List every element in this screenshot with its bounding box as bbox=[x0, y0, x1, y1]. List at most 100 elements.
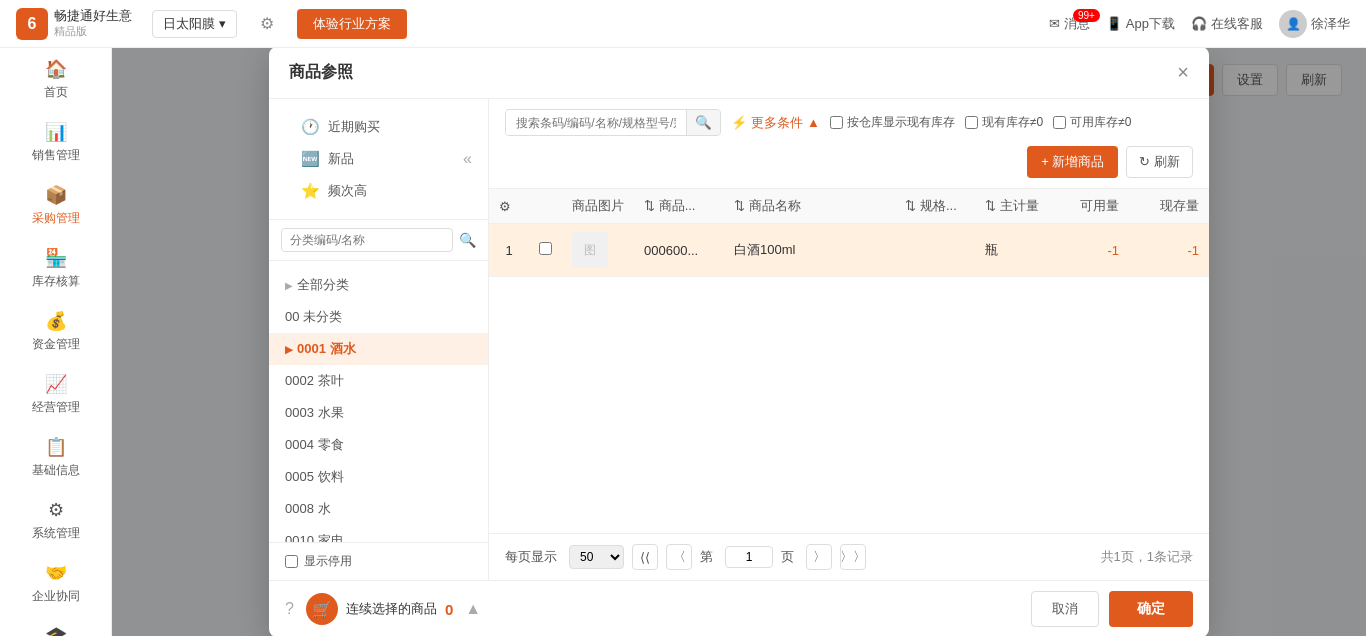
topnav-right: ✉ 消息 99+ 📱 App下载 🎧 在线客服 👤 徐泽华 bbox=[1049, 10, 1350, 38]
cat-label-liquor: 0001 酒水 bbox=[297, 340, 356, 358]
last-page-button[interactable]: 〉〉 bbox=[840, 544, 866, 570]
filter-arrow-icon: ▲ bbox=[807, 115, 820, 130]
product-search-input[interactable] bbox=[506, 111, 686, 135]
cat-label-all: 全部分类 bbox=[297, 276, 349, 294]
col-header-settings[interactable]: ⚙ bbox=[489, 189, 529, 224]
store-name: 日太阳膜 bbox=[163, 15, 215, 33]
cat-item-all[interactable]: ▶ 全部分类 bbox=[269, 269, 488, 301]
sidebar-item-finance[interactable]: 💰 资金管理 bbox=[0, 300, 111, 363]
messages-nav-item[interactable]: ✉ 消息 99+ bbox=[1049, 15, 1090, 33]
table-row[interactable]: 1 图 000600... 白酒100ml 瓶 bbox=[489, 224, 1209, 277]
category-search-input[interactable] bbox=[281, 228, 453, 252]
cat-label-beverage: 0005 饮料 bbox=[285, 468, 344, 486]
cat-item-snack[interactable]: 0004 零食 bbox=[269, 429, 488, 461]
top-navigation: 6 畅捷通好生意 精品版 日太阳膜 ▾ ⚙ 体验行业方案 ✉ 消息 99+ 📱 … bbox=[0, 0, 1366, 48]
category-search-bar: 🔍 bbox=[269, 220, 488, 261]
sort-icon-name: ⇅ bbox=[734, 198, 745, 213]
cell-index: 1 bbox=[489, 224, 529, 277]
cat-item-beverage[interactable]: 0005 饮料 bbox=[269, 461, 488, 493]
refresh-table-button[interactable]: ↻ 刷新 bbox=[1126, 146, 1193, 178]
checkbox-current-stock[interactable]: 现有库存≠0 bbox=[965, 114, 1043, 131]
cell-check[interactable] bbox=[529, 224, 562, 277]
system-icon: ⚙ bbox=[48, 499, 64, 521]
sidebar-item-enterprise[interactable]: 🤝 企业协同 bbox=[0, 552, 111, 615]
add-product-button[interactable]: + 新增商品 bbox=[1027, 146, 1118, 178]
page-number-input[interactable] bbox=[725, 546, 773, 568]
table-header-row: ⚙ 商品图片 ⇅ 商品... bbox=[489, 189, 1209, 224]
col-header-name[interactable]: ⇅ 商品名称 bbox=[724, 189, 895, 224]
quick-nav: 🕐 近期购买 🆕 新品 ⭐ 频次高 bbox=[269, 99, 488, 220]
quick-item-frequent[interactable]: ⭐ 频次高 bbox=[285, 175, 455, 207]
app-download-nav-item[interactable]: 📱 App下载 bbox=[1106, 15, 1175, 33]
sidebar-item-inventory[interactable]: 🏪 库存核算 bbox=[0, 237, 111, 300]
quick-item-recent[interactable]: 🕐 近期购买 bbox=[285, 111, 455, 143]
sidebar-item-sales[interactable]: 📊 销售管理 bbox=[0, 111, 111, 174]
col-header-unit: ⇅ 主计量 bbox=[975, 189, 1049, 224]
category-tree: ▶ 全部分类 00 未分类 ▶ 0001 酒水 0002 茶 bbox=[269, 261, 488, 542]
user-nav-item[interactable]: 👤 徐泽华 bbox=[1279, 10, 1350, 38]
settings-icon[interactable]: ⚙ bbox=[253, 10, 281, 38]
sidebar-item-system[interactable]: ⚙ 系统管理 bbox=[0, 489, 111, 552]
clock-icon: 🕐 bbox=[301, 118, 320, 136]
checkbox-available-stock[interactable]: 可用库存≠0 bbox=[1053, 114, 1131, 131]
phone-icon: 📱 bbox=[1106, 16, 1122, 31]
customer-service-nav-item[interactable]: 🎧 在线客服 bbox=[1191, 15, 1263, 33]
avatar: 👤 bbox=[1279, 10, 1307, 38]
modal-close-button[interactable]: × bbox=[1177, 61, 1189, 84]
col-header-spec[interactable]: ⇅ 规格... bbox=[895, 189, 975, 224]
available-stock-checkbox[interactable] bbox=[1053, 116, 1066, 129]
sidebar-label-home: 首页 bbox=[44, 84, 68, 101]
page-suffix-label: 页 bbox=[781, 548, 794, 566]
current-stock-checkbox[interactable] bbox=[965, 116, 978, 129]
cart-area[interactable]: 🛒 连续选择的商品 0 bbox=[306, 593, 453, 625]
trial-button[interactable]: 体验行业方案 bbox=[297, 9, 407, 39]
finance-icon: 💰 bbox=[45, 310, 67, 332]
footer-collapse-button[interactable]: ▲ bbox=[465, 600, 481, 618]
sidebar-item-basic-info[interactable]: 📋 基础信息 bbox=[0, 426, 111, 489]
help-icon[interactable]: ? bbox=[285, 600, 294, 618]
logo-icon: 6 bbox=[16, 8, 48, 40]
sidebar-item-operations[interactable]: 📈 经营管理 bbox=[0, 363, 111, 426]
cat-label-tea: 0002 茶叶 bbox=[285, 372, 344, 390]
show-disabled-label[interactable]: 显示停用 bbox=[304, 553, 352, 570]
left-panel: 🕐 近期购买 🆕 新品 ⭐ 频次高 bbox=[269, 99, 489, 580]
cell-name: 白酒100ml bbox=[724, 224, 895, 277]
cancel-button[interactable]: 取消 bbox=[1031, 591, 1099, 627]
col-header-avail: 可用量 bbox=[1049, 189, 1129, 224]
filter-btn-label: 更多条件 bbox=[751, 114, 803, 132]
sidebar-item-purchase[interactable]: 📦 采购管理 bbox=[0, 174, 111, 237]
product-thumbnail: 图 bbox=[572, 232, 608, 268]
cat-label-fruit: 0003 水果 bbox=[285, 404, 344, 422]
sidebar-item-guide[interactable]: 🎓 新手引导 bbox=[0, 615, 111, 636]
left-panel-collapse-button[interactable]: « bbox=[455, 146, 480, 172]
product-search-button[interactable]: 🔍 bbox=[686, 110, 720, 135]
cat-item-fruit[interactable]: 0003 水果 bbox=[269, 397, 488, 429]
sidebar-item-home[interactable]: 🏠 首页 bbox=[0, 48, 111, 111]
category-search-button[interactable]: 🔍 bbox=[459, 232, 476, 248]
show-disabled-checkbox[interactable] bbox=[285, 555, 298, 568]
next-page-button[interactable]: 〉 bbox=[806, 544, 832, 570]
per-page-select[interactable]: 50 10 20 100 bbox=[569, 545, 624, 569]
prev-page-button[interactable]: 〈 bbox=[666, 544, 692, 570]
filter-icon: ⚡ bbox=[731, 115, 747, 130]
checkbox-warehouse-stock[interactable]: 按仓库显示现有库存 bbox=[830, 114, 955, 131]
cat-item-appliance[interactable]: 0010 家电 bbox=[269, 525, 488, 542]
more-filters-button[interactable]: ⚡ 更多条件 ▲ bbox=[731, 114, 820, 132]
star-icon: ⭐ bbox=[301, 182, 320, 200]
cat-item-liquor[interactable]: ▶ 0001 酒水 bbox=[269, 333, 488, 365]
modal-header: 商品参照 × bbox=[269, 48, 1209, 99]
page-text-label: 第 bbox=[700, 548, 713, 566]
store-selector[interactable]: 日太阳膜 ▾ bbox=[152, 10, 237, 38]
first-page-button[interactable]: ⟨⟨ bbox=[632, 544, 658, 570]
warehouse-stock-checkbox[interactable] bbox=[830, 116, 843, 129]
row-checkbox[interactable] bbox=[539, 242, 552, 255]
col-header-code[interactable]: ⇅ 商品... bbox=[634, 189, 724, 224]
sidebar-label-enterprise: 企业协同 bbox=[32, 588, 80, 605]
quick-item-new[interactable]: 🆕 新品 bbox=[285, 143, 455, 175]
cat-item-water[interactable]: 0008 水 bbox=[269, 493, 488, 525]
cell-img: 图 bbox=[562, 224, 634, 277]
sidebar-label-sales: 销售管理 bbox=[32, 147, 80, 164]
confirm-button[interactable]: 确定 bbox=[1109, 591, 1193, 627]
cat-item-uncategorized[interactable]: 00 未分类 bbox=[269, 301, 488, 333]
cat-item-tea[interactable]: 0002 茶叶 bbox=[269, 365, 488, 397]
